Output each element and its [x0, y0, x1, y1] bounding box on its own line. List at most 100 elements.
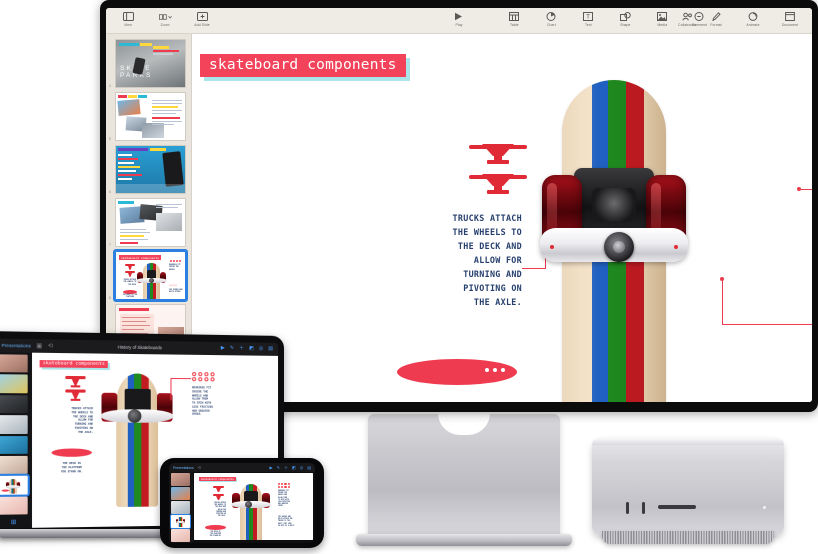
ipad-slide-title: skateboard components	[39, 360, 108, 369]
play-button[interactable]: Play	[446, 11, 472, 28]
ipad-thumbnail[interactable]	[0, 394, 28, 414]
collaborate-label: Collaborate	[678, 23, 697, 27]
iphone-screen: Presentations ⟲ ▶ ✎ ＋ ◩ ◎ ▤ skateboard c…	[169, 463, 315, 543]
undo-icon[interactable]: ⟲	[48, 342, 53, 350]
media-icon[interactable]: ◩	[292, 465, 296, 470]
pen-icon[interactable]: ✎	[230, 345, 234, 351]
play-icon	[453, 11, 466, 22]
ipad-thumbnail[interactable]	[0, 455, 28, 475]
pen-icon[interactable]: ✎	[277, 465, 280, 470]
collaborate-icon	[681, 11, 694, 22]
svg-text:T: T	[587, 14, 591, 21]
animate-icon	[747, 11, 760, 22]
connector-line-trucks	[522, 268, 546, 269]
thumbnail-photo-collage	[115, 92, 186, 141]
connector-line-bearings-horizontal	[800, 189, 812, 190]
toolbar-group-left: View Zoom Add Slide	[115, 11, 215, 28]
chart-label: Chart	[546, 23, 556, 27]
document-label: Document	[781, 23, 799, 27]
iphone-thumbnail[interactable]	[171, 473, 190, 486]
media-icon[interactable]: ◩	[249, 345, 254, 351]
view-label: View	[124, 23, 132, 27]
zoom-label: Zoom	[160, 23, 170, 27]
collaborate-button[interactable]: Collaborate	[667, 11, 707, 28]
collaborate-icon[interactable]: ◎	[300, 465, 304, 470]
play-label: Play	[455, 23, 463, 27]
usb-c-port	[626, 502, 629, 514]
collaborate-icon[interactable]: ◎	[259, 346, 263, 352]
toolbar-group-collaborate: Collaborate	[667, 11, 707, 28]
iphone-thumbnail[interactable]	[171, 529, 190, 542]
ipad-thumbnail[interactable]	[0, 415, 28, 434]
iphone-body: skateboard components TRUCKS ATTACH THE …	[169, 472, 315, 543]
thumbnail-skate-parks: SKATE PARKS	[115, 39, 186, 88]
add-slide-icon[interactable]: ⊞	[11, 519, 16, 526]
slide-thumbnail[interactable]: SKATE PARKS 4	[109, 39, 186, 88]
iphone-thumbnail[interactable]	[171, 501, 190, 514]
add-icon[interactable]: ＋	[239, 345, 244, 351]
undo-icon[interactable]: ⟲	[198, 465, 201, 470]
add-icon[interactable]: ＋	[284, 465, 288, 470]
iphone-slide-canvas[interactable]: skateboard components TRUCKS ATTACH THE …	[194, 473, 313, 540]
display-stand	[368, 414, 560, 538]
text-button[interactable]: T Text	[575, 11, 601, 28]
ipad-thumbnail-selected[interactable]	[0, 473, 30, 497]
slide-title[interactable]: skateboard components	[200, 54, 406, 77]
toolbar-group-right: Format Animate Document	[703, 11, 803, 28]
slide-number: 5	[109, 137, 111, 141]
presentations-back-label[interactable]: Presentations	[2, 343, 31, 349]
ipad-deck-text: THE DECK IS THE PLATFORM YOU STAND ON.	[60, 461, 83, 473]
zoom-icon	[158, 11, 172, 22]
more-icon[interactable]: ▤	[307, 465, 311, 470]
shape-button[interactable]: Shape	[612, 11, 638, 28]
usb-c-port	[642, 502, 645, 514]
presentations-back-label[interactable]: Presentations	[173, 466, 194, 470]
thumbnail-timeline-blue	[115, 145, 186, 194]
slide-thumbnail[interactable]: 7	[109, 198, 186, 247]
shape-icon	[619, 11, 632, 22]
slide-number: 7	[109, 243, 111, 247]
add-slide-button[interactable]: Add Slide	[189, 11, 215, 28]
more-icon[interactable]: ▤	[268, 346, 273, 352]
slide-thumbnail-selected[interactable]: skateboard components TRUCKS ATTACH THE …	[109, 249, 188, 302]
skateboard-photo	[540, 80, 688, 402]
iphone: Presentations ⟲ ▶ ✎ ＋ ◩ ◎ ▤ skateboard c…	[160, 458, 324, 548]
iphone-thumbnail[interactable]	[171, 487, 190, 500]
slide-number: 8	[109, 296, 111, 300]
slide-thumbnail[interactable]: 6	[109, 145, 186, 194]
thumbnail-gear-photos	[115, 198, 186, 247]
ipad-thumbnail[interactable]	[0, 496, 28, 515]
animate-button[interactable]: Animate	[740, 11, 766, 28]
play-icon[interactable]: ▶	[270, 465, 273, 470]
play-icon[interactable]: ▶	[221, 345, 225, 351]
slide-canvas[interactable]: skateboard components TRUCKS ATTACH THE …	[192, 34, 812, 402]
document-icon	[784, 11, 797, 22]
chart-button[interactable]: Chart	[538, 11, 564, 28]
zoom-button[interactable]: Zoom	[152, 11, 178, 28]
view-button[interactable]: View	[115, 11, 141, 28]
ipad-slide-navigator[interactable]: ⊞	[0, 352, 33, 529]
ipad-thumbnail[interactable]	[0, 374, 28, 394]
connector-dot	[720, 277, 724, 281]
connector-line-screws	[722, 324, 812, 325]
table-button[interactable]: Table	[501, 11, 527, 28]
ipad-trucks-text: TRUCKS ATTACH THE WHEELS TO THE DECK AND…	[71, 407, 94, 434]
iphone-slide-navigator[interactable]	[169, 472, 193, 543]
document-button[interactable]: Document	[777, 11, 803, 28]
display-stand-foot	[356, 534, 572, 546]
truck-icon	[469, 172, 527, 196]
format-brush-icon	[710, 11, 723, 22]
navigator-toggle-icon[interactable]: ▣	[36, 342, 42, 349]
text-label: Text	[585, 23, 592, 27]
ipad-thumbnail[interactable]	[0, 435, 28, 454]
format-button[interactable]: Format	[703, 11, 729, 28]
trucks-text-block[interactable]: TRUCKS ATTACH THE WHEELS TO THE DECK AND…	[310, 211, 522, 309]
keynote-toolbar: View Zoom Add Slide Play Table Chart T T…	[106, 8, 812, 34]
iphone-thumbnail-selected[interactable]	[170, 514, 191, 529]
ipad-thumbnail-art	[0, 475, 28, 495]
document-title: History of Skateboards	[117, 344, 162, 351]
slide-thumbnail[interactable]: 5	[109, 92, 186, 141]
ipad-thumbnail[interactable]	[0, 354, 28, 373]
ipad-bearings-text: BEARINGS FIT INSIDE THE WHEELS AND ALLOW…	[192, 386, 213, 417]
media-label: Media	[657, 23, 668, 27]
